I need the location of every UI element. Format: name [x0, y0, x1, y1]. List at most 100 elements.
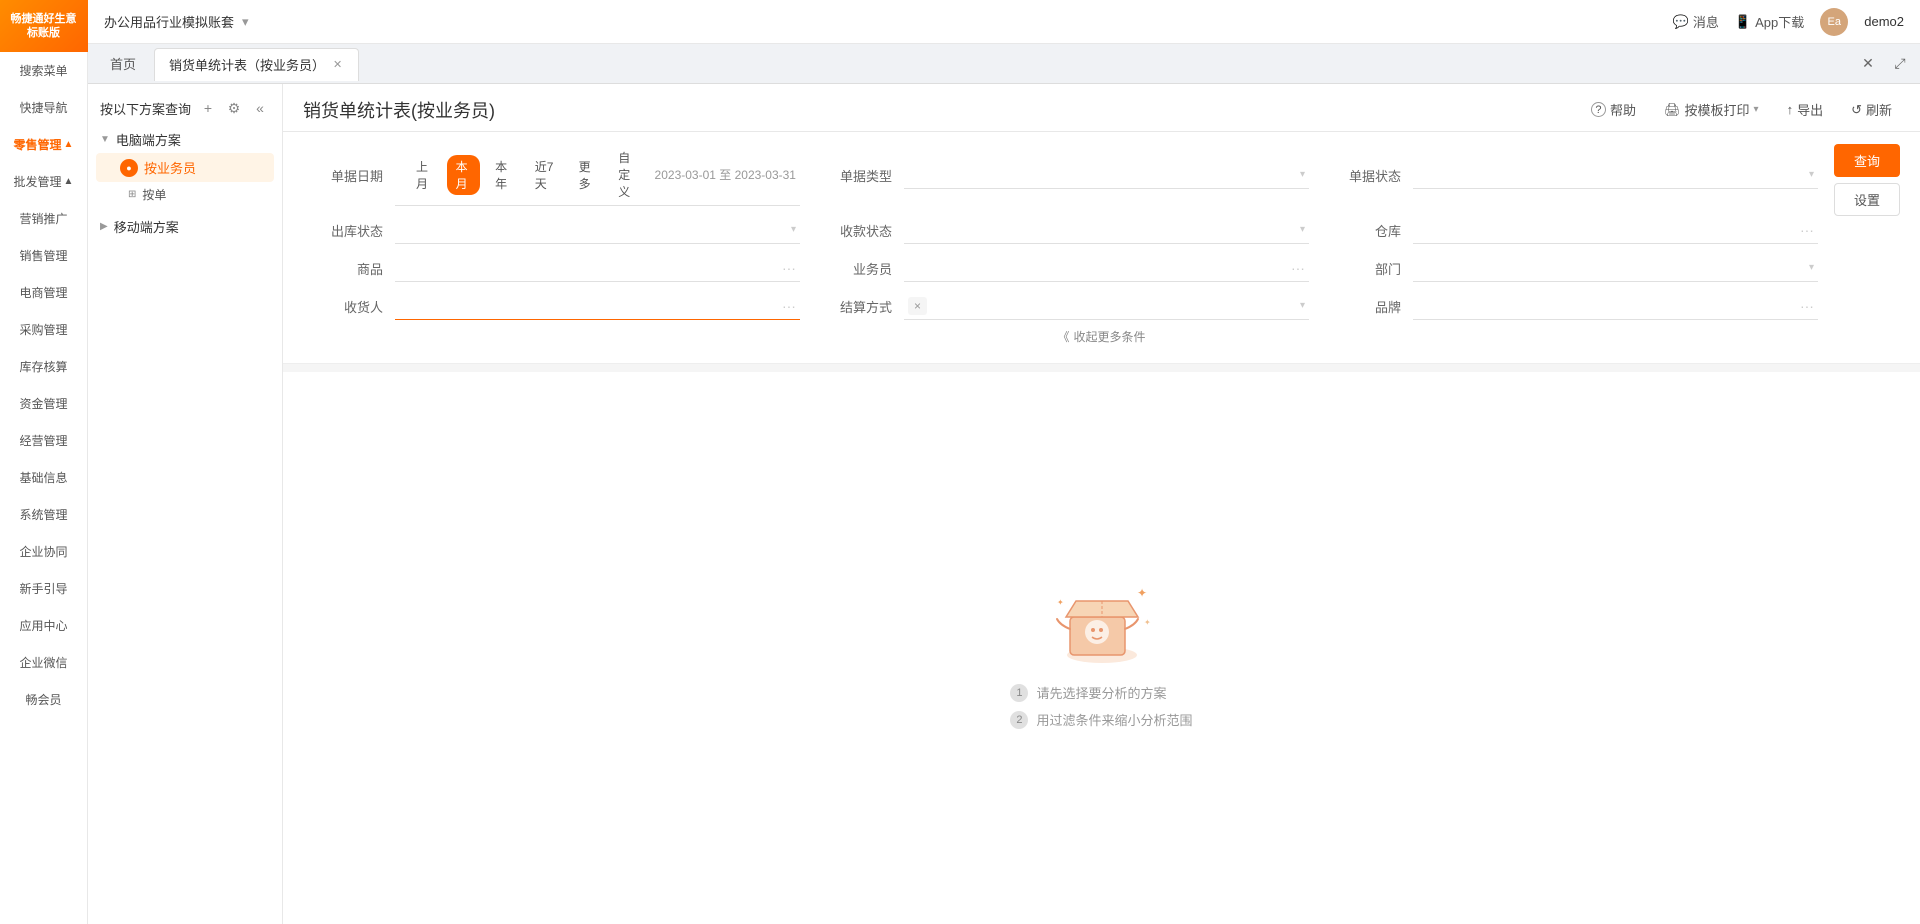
sidebar-item-operations[interactable]: 经营管理 [0, 422, 87, 459]
query-button[interactable]: 查询 [1834, 144, 1900, 177]
out-status-field[interactable]: ▾ [395, 216, 800, 244]
collapse-label: 收起更多条件 [1074, 328, 1146, 345]
svg-text:✦: ✦ [1137, 586, 1147, 600]
date-btn-7days[interactable]: 近7天 [526, 155, 564, 195]
tab-maximize-btn[interactable]: ⤢ [1888, 52, 1912, 76]
svg-text:✦: ✦ [1144, 618, 1151, 627]
user-avatar[interactable]: Ea [1820, 8, 1848, 36]
mobile-scheme-group-header[interactable]: ▶ 移动端方案 [88, 213, 282, 240]
sidebar-item-system[interactable]: 系统管理 [0, 496, 87, 533]
receiver-field[interactable]: ··· [395, 292, 800, 320]
date-btn-this-month[interactable]: 本月 [447, 155, 481, 195]
brand-field[interactable]: ··· [1413, 292, 1818, 320]
doc-type-field[interactable]: ▾ [904, 161, 1309, 189]
settlement-arrow: ▾ [1300, 300, 1305, 311]
warehouse-dots: ··· [1800, 222, 1814, 238]
receive-status-field[interactable]: ▾ [904, 216, 1309, 244]
sidebar-item-ecommerce[interactable]: 电商管理 [0, 274, 87, 311]
sidebar-item-enterprise[interactable]: 企业协同 [0, 533, 87, 570]
print-dropdown-icon[interactable]: ▾ [1754, 104, 1759, 115]
hint-text-2: 用过滤条件来缩小分析范围 [1036, 710, 1192, 729]
message-label: 消息 [1693, 12, 1719, 31]
warehouse-label: 仓库 [1321, 221, 1401, 240]
date-buttons: 上月 本月 本年 近7天 更多 自定义 [407, 146, 651, 203]
help-icon: ? [1591, 102, 1606, 117]
setting-button[interactable]: 设置 [1834, 183, 1900, 216]
add-scheme-btn[interactable]: + [198, 98, 218, 118]
doc-type-arrow: ▾ [1300, 169, 1305, 180]
topbar-right: 💬 消息 📱 App下载 Ea demo2 [1673, 8, 1904, 36]
brand-dots: ··· [1800, 298, 1814, 314]
tab-close-icon[interactable]: ✕ [331, 57, 344, 72]
goods-field[interactable]: ··· [395, 254, 800, 282]
panel-collapse-btn[interactable]: « [250, 98, 270, 118]
app-logo[interactable]: 畅捷通好生意 标账版 [0, 0, 88, 52]
sidebar-item-enterprise-wechat[interactable]: 企业微信 [0, 644, 87, 681]
pc-scheme-group: ▼ 电脑端方案 ● 按业务员 ⊞ 按单 [88, 126, 282, 207]
message-action[interactable]: 💬 消息 [1673, 12, 1719, 31]
help-btn[interactable]: ? 帮助 [1583, 96, 1644, 123]
sidebar-item-finance[interactable]: 资金管理 [0, 385, 87, 422]
content-area: 按以下方案查询 + ⚙ « ▼ 电脑端方案 [88, 84, 1920, 924]
page-header: 销货单统计表(按业务员) ? 帮助 🖨 按模板打印 ▾ ↑ [283, 84, 1920, 132]
sidebar-item-quick-nav[interactable]: 快捷导航 [0, 89, 87, 126]
refresh-btn[interactable]: ↺ 刷新 [1843, 96, 1900, 123]
user-name[interactable]: demo2 [1864, 14, 1904, 29]
scheme-item-by-salesperson[interactable]: ● 按业务员 [96, 153, 274, 182]
query-actions: 查询 设置 [1834, 144, 1900, 216]
page-title: 销货单统计表(按业务员) [303, 97, 495, 123]
sidebar-item-purchase[interactable]: 采购管理 [0, 311, 87, 348]
sidebar-item-member[interactable]: 畅会员 [0, 681, 87, 718]
doc-status-arrow: ▾ [1809, 169, 1814, 180]
warehouse-field[interactable]: ··· [1413, 216, 1818, 244]
sidebar-item-marketing[interactable]: 营销推广 [0, 200, 87, 237]
right-panel: 销货单统计表(按业务员) ? 帮助 🖨 按模板打印 ▾ ↑ [283, 84, 1920, 924]
main-container: 办公用品行业模拟账套 ▾ 💬 消息 📱 App下载 Ea demo2 首页 销货… [88, 0, 1920, 924]
left-panel-header: 按以下方案查询 + ⚙ « [88, 94, 282, 126]
logo-text: 畅捷通好生意 标账版 [11, 12, 77, 41]
sidebar-item-inventory[interactable]: 库存核算 [0, 348, 87, 385]
sidebar-item-new-guide[interactable]: 新手引导 [0, 570, 87, 607]
salesperson-field[interactable]: ··· [904, 254, 1309, 282]
empty-state: ✦ ✦ ✦ 1 请先选择要分析的方案 2 用过滤条件来缩小分析范围 [283, 372, 1920, 924]
app-download-action[interactable]: 📱 App下载 [1735, 12, 1804, 31]
sidebar-item-wholesale[interactable]: 批发管理 ▲ [0, 163, 87, 200]
industry-dropdown-icon[interactable]: ▾ [242, 14, 249, 30]
sidebar-item-search-menu[interactable]: 搜索菜单 [0, 52, 87, 89]
export-btn[interactable]: ↑ 导出 [1779, 96, 1832, 123]
chevron-up-icon: ▲ [64, 176, 74, 187]
date-btn-this-year[interactable]: 本年 [486, 155, 520, 195]
tab-sales-stats[interactable]: 销货单统计表（按业务员） ✕ [154, 48, 359, 81]
pc-scheme-group-header[interactable]: ▼ 电脑端方案 [96, 126, 274, 153]
receive-status-arrow: ▾ [1300, 224, 1305, 235]
out-status-arrow: ▾ [791, 224, 796, 235]
sidebar-item-sales[interactable]: 销售管理 [0, 237, 87, 274]
sidebar-item-basic-info[interactable]: 基础信息 [0, 459, 87, 496]
tab-home[interactable]: 首页 [96, 48, 150, 80]
collapse-conditions-btn[interactable]: 《 收起更多条件 [1045, 326, 1157, 347]
sidebar: 畅捷通好生意 标账版 搜索菜单 快捷导航 零售管理 ▲ 批发管理 ▲ 营销推广 … [0, 0, 88, 924]
sidebar-item-retail[interactable]: 零售管理 ▲ [0, 126, 87, 163]
doc-status-field[interactable]: ▾ [1413, 161, 1818, 189]
out-status-label: 出库状态 [303, 221, 383, 240]
date-btn-more[interactable]: 更多 [570, 155, 604, 195]
collapse-bar: 《 收起更多条件 [303, 320, 1900, 351]
sidebar-item-app-center[interactable]: 应用中心 [0, 607, 87, 644]
scheme-item-by-order[interactable]: ⊞ 按单 [96, 182, 274, 207]
date-btn-custom[interactable]: 自定义 [609, 146, 650, 203]
help-label: 帮助 [1610, 100, 1636, 119]
settlement-field[interactable]: × ▾ [904, 292, 1309, 320]
scheme-settings-btn[interactable]: ⚙ [224, 98, 244, 118]
topbar-left: 办公用品行业模拟账套 ▾ [104, 12, 249, 31]
settlement-tag-close[interactable]: × [914, 299, 921, 313]
tab-home-label: 首页 [110, 54, 136, 73]
date-field[interactable]: 上月 本月 本年 近7天 更多 自定义 2023-03-01 至 2023-03… [395, 144, 800, 206]
app-download-label: App下载 [1755, 12, 1804, 31]
date-btn-last-month[interactable]: 上月 [407, 155, 441, 195]
department-field[interactable]: ▾ [1413, 254, 1818, 282]
collapse-up-icon: 《 [1057, 328, 1069, 345]
receive-status-label: 收款状态 [812, 221, 892, 240]
print-btn[interactable]: 🖨 按模板打印 ▾ [1656, 96, 1767, 123]
salesperson-label: 业务员 [812, 259, 892, 278]
tab-close-all-btn[interactable]: ✕ [1856, 52, 1880, 76]
